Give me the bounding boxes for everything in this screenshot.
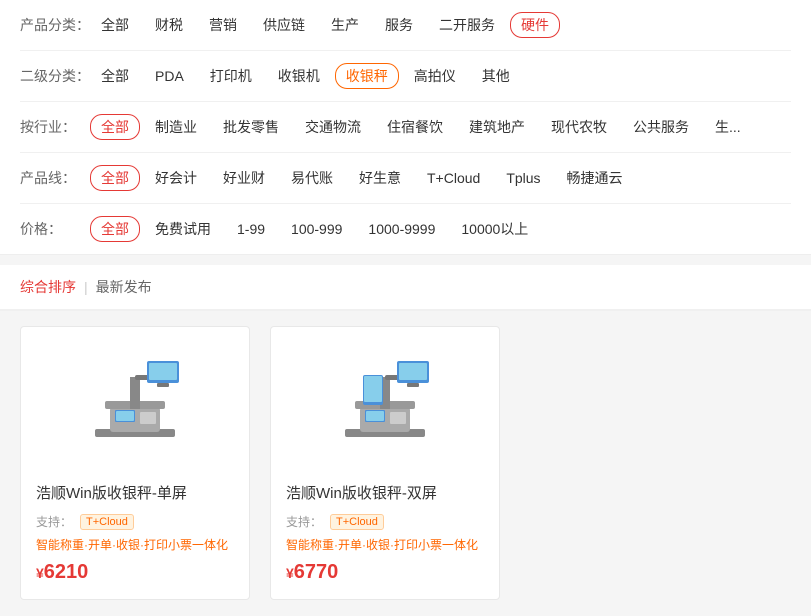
sort-bar: 综合排序 | 最新发布 [0, 265, 811, 311]
category-item-production[interactable]: 生产 [320, 12, 370, 38]
price-value-1: 6210 [44, 561, 89, 583]
category-item-hardware[interactable]: 硬件 [510, 12, 560, 38]
product-price-2: ¥6770 [286, 561, 484, 584]
product-card-1[interactable]: 浩顺Win版收银秤-单屏 支持： T+Cloud 智能称重·开单·收银·打印小票… [20, 326, 250, 600]
productline-item-haoshengyi[interactable]: 好生意 [348, 165, 412, 191]
productline-item-hycai[interactable]: 好业财 [212, 165, 276, 191]
industry-item-realestate[interactable]: 建筑地产 [458, 114, 536, 140]
price-items: 全部 免费试用 1-99 100-999 1000-9999 10000以上 [90, 216, 539, 242]
category-item-service[interactable]: 服务 [374, 12, 424, 38]
industry-item-agri[interactable]: 现代农牧 [540, 114, 618, 140]
productline-item-yidaizhang[interactable]: 易代账 [280, 165, 344, 191]
sort-latest[interactable]: 最新发布 [96, 275, 152, 299]
product-desc-2: 智能称重·开单·收银·打印小票一体化 [286, 536, 484, 553]
productline-item-tcloud[interactable]: T+Cloud [416, 167, 491, 189]
industry-label: 按行业： [20, 117, 90, 137]
filter-panel: 产品分类： 全部 财税 营销 供应链 生产 服务 二开服务 硬件 二级分类： 全… [0, 0, 811, 255]
product-card-2[interactable]: 浩顺Win版收银秤-双屏 支持： T+Cloud 智能称重·开单·收银·打印小票… [270, 326, 500, 600]
product-price-1: ¥6210 [36, 561, 234, 584]
support-badge-1: T+Cloud [80, 514, 134, 530]
price-item-100-999[interactable]: 100-999 [280, 218, 353, 240]
product-support-1: 支持： T+Cloud [36, 513, 234, 530]
subcategory-item-cashregister[interactable]: 收银机 [267, 63, 331, 89]
price-value-2: 6770 [294, 561, 339, 583]
sort-composite[interactable]: 综合排序 [20, 275, 76, 299]
subcategory-filter-row: 二级分类： 全部 PDA 打印机 收银机 收银秤 高拍仪 其他 [20, 51, 791, 102]
product-image-2 [286, 347, 484, 467]
subcategory-item-highcam[interactable]: 高拍仪 [403, 63, 467, 89]
category-item-finance[interactable]: 财税 [144, 12, 194, 38]
product-name-1: 浩顺Win版收银秤-单屏 [36, 482, 234, 503]
product-support-2: 支持： T+Cloud [286, 513, 484, 530]
price-item-1-99[interactable]: 1-99 [226, 218, 276, 240]
productline-item-tplus[interactable]: Tplus [495, 167, 551, 189]
product-desc-1: 智能称重·开单·收银·打印小票一体化 [36, 536, 234, 553]
category-item-supply[interactable]: 供应链 [252, 12, 316, 38]
category-items: 全部 财税 营销 供应链 生产 服务 二开服务 硬件 [90, 12, 560, 38]
productline-item-hkuai[interactable]: 好会计 [144, 165, 208, 191]
product-name-2: 浩顺Win版收银秤-双屏 [286, 482, 484, 503]
industry-item-public[interactable]: 公共服务 [622, 114, 700, 140]
industry-item-all[interactable]: 全部 [90, 114, 140, 140]
price-item-free[interactable]: 免费试用 [144, 216, 222, 242]
category-filter-row: 产品分类： 全部 财税 营销 供应链 生产 服务 二开服务 硬件 [20, 0, 791, 51]
product-icon-2 [325, 357, 445, 457]
support-label-1: 支持： [36, 513, 72, 530]
support-label-2: 支持： [286, 513, 322, 530]
product-icon-1 [75, 357, 195, 457]
subcategory-item-pda[interactable]: PDA [144, 65, 195, 87]
subcategory-item-other[interactable]: 其他 [471, 63, 521, 89]
industry-filter-row: 按行业： 全部 制造业 批发零售 交通物流 住宿餐饮 建筑地产 现代农牧 公共服… [20, 102, 791, 153]
price-item-all[interactable]: 全部 [90, 216, 140, 242]
subcategory-item-printer[interactable]: 打印机 [199, 63, 263, 89]
products-grid: 浩顺Win版收银秤-单屏 支持： T+Cloud 智能称重·开单·收银·打印小票… [0, 311, 811, 615]
productline-items: 全部 好会计 好业财 易代账 好生意 T+Cloud Tplus 畅捷通云 [90, 165, 634, 191]
productline-label: 产品线： [20, 168, 90, 188]
price-filter-row: 价格： 全部 免费试用 1-99 100-999 1000-9999 10000… [20, 204, 791, 254]
sort-divider: | [84, 279, 88, 295]
industry-item-wholesale[interactable]: 批发零售 [212, 114, 290, 140]
productline-filter-row: 产品线： 全部 好会计 好业财 易代账 好生意 T+Cloud Tplus 畅捷… [20, 153, 791, 204]
industry-items: 全部 制造业 批发零售 交通物流 住宿餐饮 建筑地产 现代农牧 公共服务 生..… [90, 114, 752, 140]
subcategory-items: 全部 PDA 打印机 收银机 收银秤 高拍仪 其他 [90, 63, 521, 89]
category-item-all[interactable]: 全部 [90, 12, 140, 38]
subcategory-label: 二级分类： [20, 66, 90, 86]
category-item-devops[interactable]: 二开服务 [428, 12, 506, 38]
subcategory-item-cashscale[interactable]: 收银秤 [335, 63, 399, 89]
support-badge-2: T+Cloud [330, 514, 384, 530]
industry-item-logistics[interactable]: 交通物流 [294, 114, 372, 140]
category-label: 产品分类： [20, 15, 90, 35]
price-item-1000-9999[interactable]: 1000-9999 [357, 218, 446, 240]
product-image-1 [36, 347, 234, 467]
productline-item-all[interactable]: 全部 [90, 165, 140, 191]
price-symbol-1: ¥ [36, 565, 44, 581]
industry-item-hospitality[interactable]: 住宿餐饮 [376, 114, 454, 140]
industry-item-more[interactable]: 生... [704, 114, 752, 140]
industry-item-manufacturing[interactable]: 制造业 [144, 114, 208, 140]
productline-item-changjie[interactable]: 畅捷通云 [556, 165, 634, 191]
price-label: 价格： [20, 219, 90, 239]
category-item-marketing[interactable]: 营销 [198, 12, 248, 38]
subcategory-item-all[interactable]: 全部 [90, 63, 140, 89]
price-item-10000plus[interactable]: 10000以上 [450, 216, 539, 242]
price-symbol-2: ¥ [286, 565, 294, 581]
